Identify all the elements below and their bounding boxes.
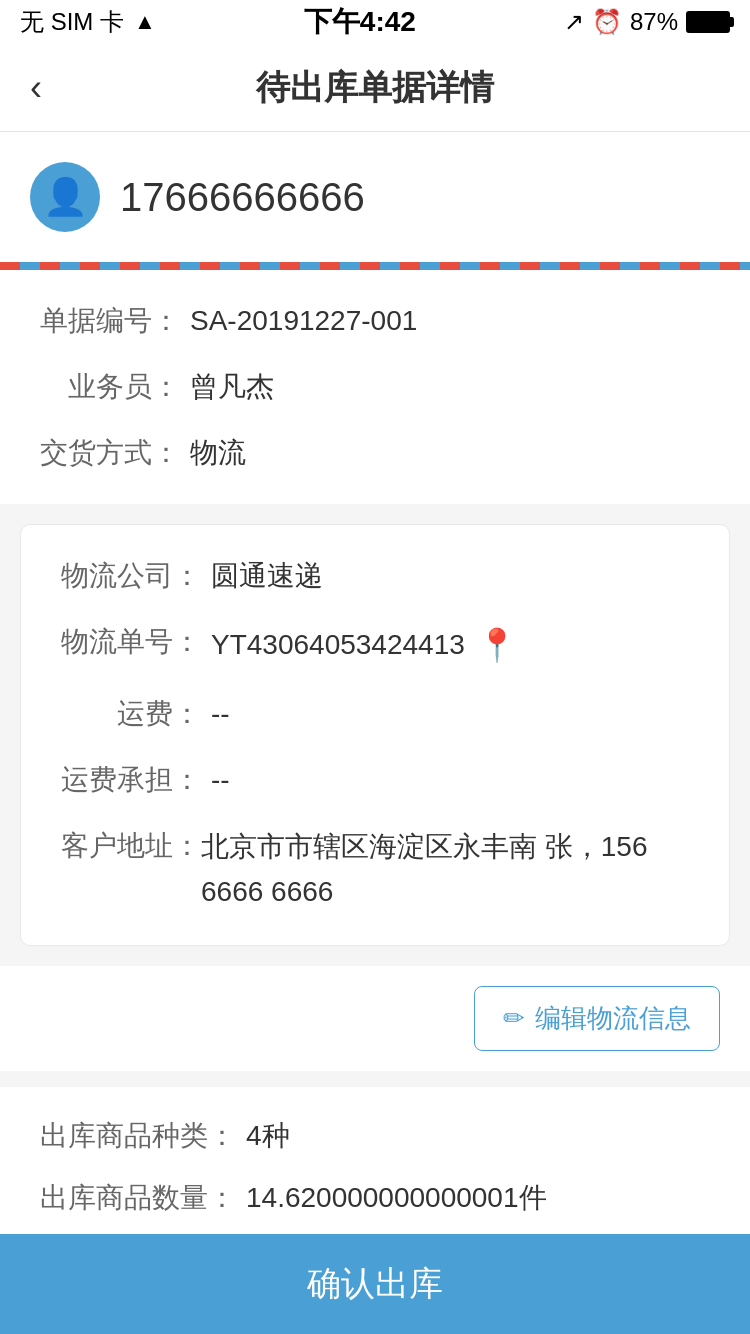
- edit-icon: ✏: [503, 1003, 525, 1034]
- battery-icon: [686, 11, 730, 33]
- confirm-btn-text: 确认出库: [307, 1261, 443, 1307]
- logistics-card: 物流公司： 圆通速递 物流单号： YT43064053424413 📍 运费： …: [20, 524, 730, 946]
- dashed-divider: [0, 262, 750, 270]
- tracking-row: 物流单号： YT43064053424413 📍: [51, 621, 699, 669]
- carrier-text: 无 SIM 卡: [20, 6, 124, 38]
- order-info-section: 单据编号： SA-20191227-001 业务员： 曾凡杰 交货方式： 物流: [0, 270, 750, 504]
- section-divider: [0, 1071, 750, 1087]
- goods-types-value: 4种: [246, 1117, 290, 1155]
- user-phone: 17666666666: [120, 175, 365, 220]
- confirm-outbound-button[interactable]: 确认出库: [0, 1234, 750, 1334]
- freight-bearer-label: 运费承担：: [51, 759, 201, 801]
- tracking-label: 物流单号：: [51, 621, 201, 663]
- delivery-method-row: 交货方式： 物流: [40, 432, 710, 474]
- page-title: 待出库单据详情: [256, 65, 494, 111]
- address-row: 客户地址： 北京市市辖区海淀区永丰南 张，156 6666 6666: [51, 825, 699, 915]
- location-status-icon: ↗: [564, 8, 584, 36]
- edit-btn-label: 编辑物流信息: [535, 1001, 691, 1036]
- order-no-row: 单据编号： SA-20191227-001: [40, 300, 710, 342]
- logistics-company-row: 物流公司： 圆通速递: [51, 555, 699, 597]
- goods-types-label: 出库商品种类：: [40, 1117, 236, 1155]
- battery-percent: 87%: [630, 8, 678, 36]
- freight-bearer-row: 运费承担： --: [51, 759, 699, 801]
- status-right: ↗ ⏰ 87%: [564, 8, 730, 36]
- logistics-company-label: 物流公司：: [51, 555, 201, 597]
- status-bar: 无 SIM 卡 ▲ 下午4:42 ↗ ⏰ 87%: [0, 0, 750, 44]
- salesperson-value: 曾凡杰: [190, 366, 710, 408]
- freight-value: --: [211, 693, 699, 735]
- status-time: 下午4:42: [304, 3, 416, 41]
- freight-bearer-value: --: [211, 759, 699, 801]
- back-button[interactable]: ‹: [30, 67, 42, 109]
- salesperson-label: 业务员：: [40, 366, 180, 408]
- map-pin-icon[interactable]: 📍: [477, 621, 517, 669]
- wifi-icon: ▲: [134, 9, 156, 35]
- edit-btn-row: ✏ 编辑物流信息: [0, 966, 750, 1071]
- status-left: 无 SIM 卡 ▲: [20, 6, 156, 38]
- freight-label: 运费：: [51, 693, 201, 735]
- main-content: 👤 17666666666 单据编号： SA-20191227-001 业务员：…: [0, 132, 750, 1334]
- tracking-number-text: YT43064053424413: [211, 624, 465, 666]
- user-card: 👤 17666666666: [0, 132, 750, 262]
- avatar: 👤: [30, 162, 100, 232]
- goods-section: 出库商品种类： 4种 出库商品数量： 14.620000000000001件: [0, 1087, 750, 1247]
- goods-quantity-value: 14.620000000000001件: [246, 1179, 547, 1217]
- address-label: 客户地址：: [51, 825, 201, 867]
- address-value: 北京市市辖区海淀区永丰南 张，156 6666 6666: [201, 825, 699, 915]
- avatar-icon: 👤: [43, 176, 88, 218]
- tracking-value: YT43064053424413 📍: [211, 621, 699, 669]
- salesperson-row: 业务员： 曾凡杰: [40, 366, 710, 408]
- delivery-method-value: 物流: [190, 432, 710, 474]
- alarm-icon: ⏰: [592, 8, 622, 36]
- edit-logistics-button[interactable]: ✏ 编辑物流信息: [474, 986, 720, 1051]
- goods-quantity-row: 出库商品数量： 14.620000000000001件: [40, 1179, 710, 1217]
- logistics-company-value: 圆通速递: [211, 555, 699, 597]
- goods-quantity-label: 出库商品数量：: [40, 1179, 236, 1217]
- order-no-label: 单据编号：: [40, 300, 180, 342]
- nav-bar: ‹ 待出库单据详情: [0, 44, 750, 132]
- goods-types-row: 出库商品种类： 4种: [40, 1117, 710, 1155]
- delivery-method-label: 交货方式：: [40, 432, 180, 474]
- freight-row: 运费： --: [51, 693, 699, 735]
- order-no-value: SA-20191227-001: [190, 300, 710, 342]
